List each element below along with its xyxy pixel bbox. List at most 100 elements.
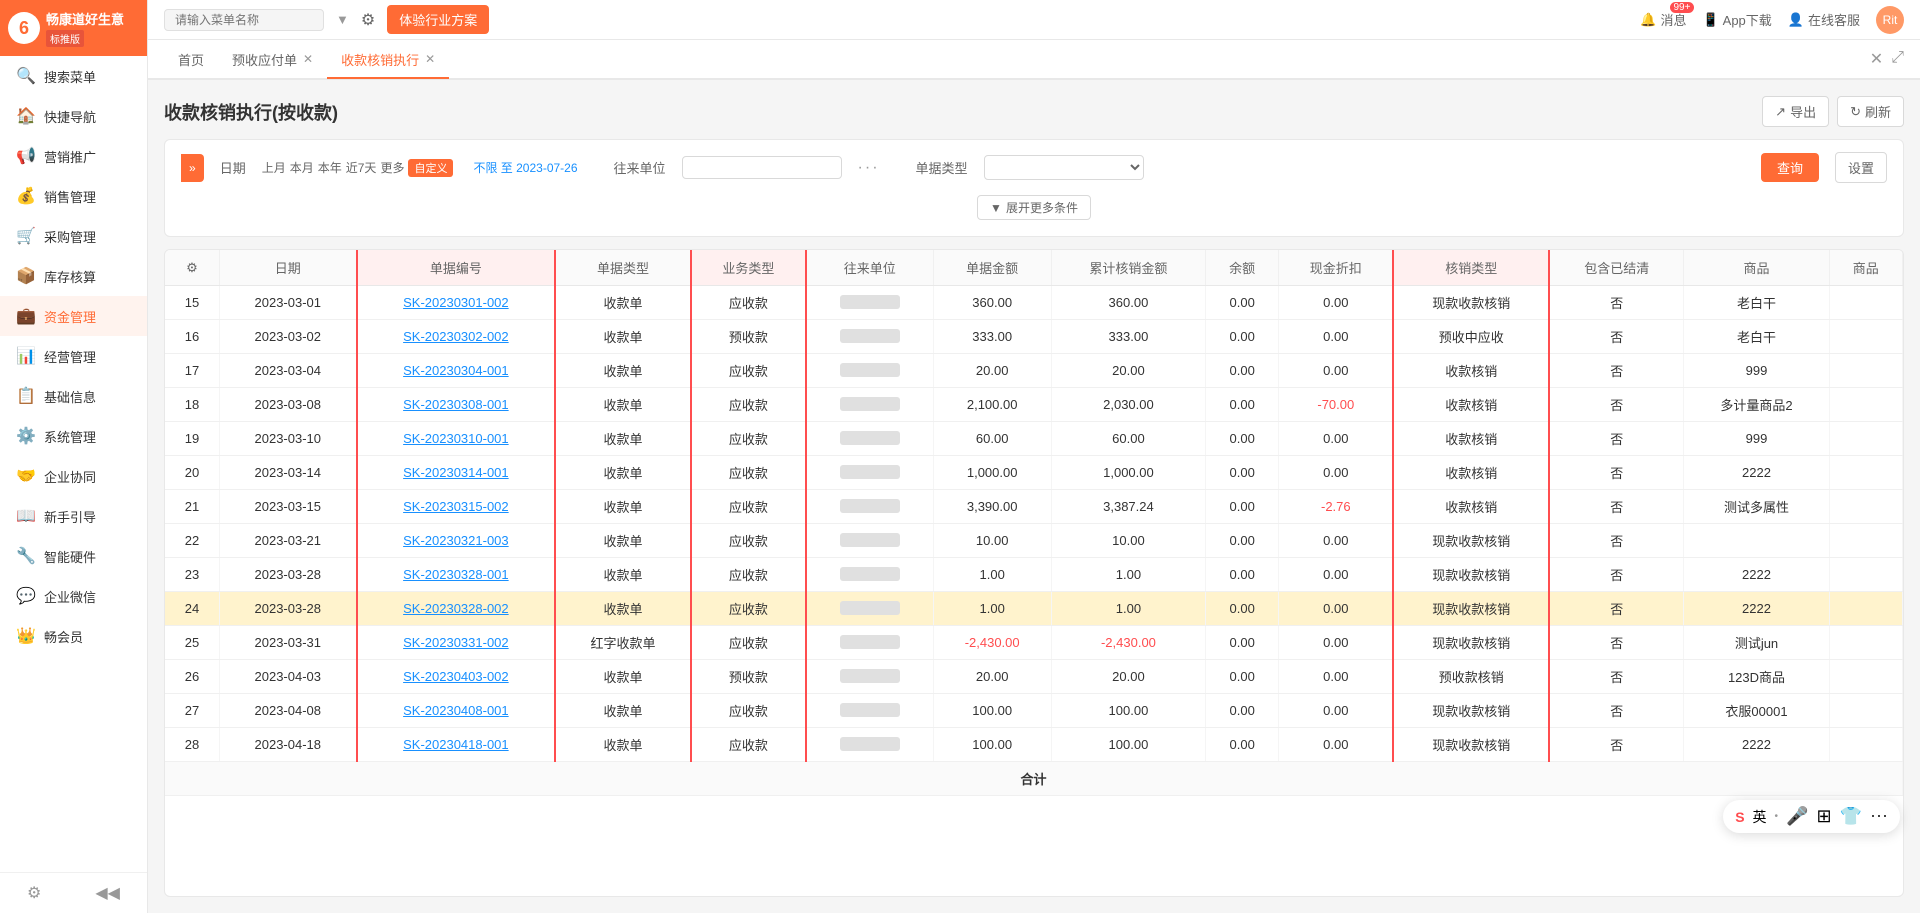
sidebar-bottom: ⚙ ◀◀ bbox=[0, 872, 147, 913]
table-row[interactable]: 22 2023-03-21 SK-20230321-003 收款单 应收款 10… bbox=[165, 524, 1903, 558]
sidebar-item-hardware[interactable]: 🔧 智能硬件 bbox=[0, 536, 147, 576]
sidebar-item-purchase[interactable]: 🛒 采购管理 bbox=[0, 216, 147, 256]
settings-button[interactable]: 设置 bbox=[1835, 152, 1887, 183]
cell-index: 17 bbox=[165, 354, 219, 388]
cell-doc-type: 收款单 bbox=[555, 592, 691, 626]
maximize-icon[interactable]: ⤢ bbox=[1891, 49, 1904, 69]
sidebar-item-operations[interactable]: 📊 经营管理 bbox=[0, 336, 147, 376]
sidebar-item-corp[interactable]: 🤝 企业协同 bbox=[0, 456, 147, 496]
refresh-button[interactable]: ↻ 刷新 bbox=[1837, 96, 1904, 127]
close-tab-icon[interactable]: ✕ bbox=[1870, 49, 1883, 69]
doc-no-link[interactable]: SK-20230418-001 bbox=[403, 737, 509, 752]
table-row[interactable]: 21 2023-03-15 SK-20230315-002 收款单 应收款 3,… bbox=[165, 490, 1903, 524]
export-button[interactable]: ↗ 导出 bbox=[1762, 96, 1829, 127]
doc-no-link[interactable]: SK-20230308-001 bbox=[403, 397, 509, 412]
table-row[interactable]: 16 2023-03-02 SK-20230302-002 收款单 预收款 33… bbox=[165, 320, 1903, 354]
expand-conditions-button[interactable]: ▼ 展开更多条件 bbox=[977, 195, 1091, 220]
tab-prepay[interactable]: 预收应付单 ✕ bbox=[218, 42, 327, 79]
table-row[interactable]: 25 2023-03-31 SK-20230331-002 红字收款单 应收款 … bbox=[165, 626, 1903, 660]
settings-bottom-icon[interactable]: ⚙ bbox=[27, 883, 41, 903]
table-row[interactable]: 23 2023-03-28 SK-20230328-001 收款单 应收款 1.… bbox=[165, 558, 1903, 592]
this-year-link[interactable]: 本年 bbox=[318, 159, 342, 176]
sidebar-item-quick-nav[interactable]: 🏠 快捷导航 bbox=[0, 96, 147, 136]
float-lang-icon[interactable]: 英 bbox=[1753, 807, 1767, 827]
online-service-button[interactable]: 👤 在线客服 bbox=[1788, 10, 1860, 29]
doc-no-link[interactable]: SK-20230403-002 bbox=[403, 669, 509, 684]
doc-no-link[interactable]: SK-20230301-002 bbox=[403, 295, 509, 310]
app-download-button[interactable]: 📱 App下载 bbox=[1702, 10, 1771, 29]
cell-include-settled: 否 bbox=[1549, 286, 1684, 320]
tab-collection[interactable]: 收款核销执行 ✕ bbox=[327, 42, 449, 79]
doc-no-link[interactable]: SK-20230302-002 bbox=[403, 329, 509, 344]
partner-cell bbox=[840, 567, 900, 581]
doc-no-link[interactable]: SK-20230331-002 bbox=[403, 635, 509, 650]
cell-include-settled: 否 bbox=[1549, 592, 1684, 626]
cell-cash-discount: -2.76 bbox=[1279, 490, 1394, 524]
float-grid-icon[interactable]: ⊞ bbox=[1816, 806, 1831, 827]
gear-icon[interactable]: ⚙ bbox=[361, 10, 375, 30]
tab-prepay-close-icon[interactable]: ✕ bbox=[303, 52, 313, 66]
collapse-icon[interactable]: ◀◀ bbox=[95, 883, 120, 903]
last-month-link[interactable]: 上月 bbox=[262, 159, 286, 176]
table-row[interactable]: 27 2023-04-08 SK-20230408-001 收款单 应收款 10… bbox=[165, 694, 1903, 728]
cell-balance: 0.00 bbox=[1206, 388, 1279, 422]
table-row[interactable]: 18 2023-03-08 SK-20230308-001 收款单 应收款 2,… bbox=[165, 388, 1903, 422]
doc-no-link[interactable]: SK-20230310-001 bbox=[403, 431, 509, 446]
doc-no-link[interactable]: SK-20230328-002 bbox=[403, 601, 509, 616]
cell-index: 21 bbox=[165, 490, 219, 524]
float-shirt-icon[interactable]: 👕 bbox=[1840, 806, 1862, 827]
sidebar-item-basic[interactable]: 📋 基础信息 bbox=[0, 376, 147, 416]
this-month-link[interactable]: 本月 bbox=[290, 159, 314, 176]
data-table-container: ⚙ 日期 单据编号 单据类型 业务类型 往来单位 单据金额 累计核销金额 余额 … bbox=[164, 249, 1904, 897]
table-row[interactable]: 28 2023-04-18 SK-20230418-001 收款单 应收款 10… bbox=[165, 728, 1903, 762]
tab-collection-close-icon[interactable]: ✕ bbox=[425, 52, 435, 66]
table-row[interactable]: 15 2023-03-01 SK-20230301-002 收款单 应收款 36… bbox=[165, 286, 1903, 320]
table-row[interactable]: 26 2023-04-03 SK-20230403-002 收款单 预收款 20… bbox=[165, 660, 1903, 694]
sidebar-item-search[interactable]: 🔍 搜索菜单 bbox=[0, 56, 147, 96]
query-button[interactable]: 查询 bbox=[1761, 153, 1819, 182]
cell-product2 bbox=[1829, 660, 1902, 694]
cell-cash-discount: -70.00 bbox=[1279, 388, 1394, 422]
filter-expand-button[interactable]: » bbox=[181, 154, 204, 182]
sidebar-item-inventory[interactable]: 📦 库存核算 bbox=[0, 256, 147, 296]
sidebar-item-finance[interactable]: 💼 资金管理 bbox=[0, 296, 147, 336]
notification-icon: 🔔 bbox=[1640, 12, 1656, 28]
table-row[interactable]: 20 2023-03-14 SK-20230314-001 收款单 应收款 1,… bbox=[165, 456, 1903, 490]
sidebar-item-member[interactable]: 👑 畅会员 bbox=[0, 616, 147, 656]
doc-no-link[interactable]: SK-20230315-002 bbox=[403, 499, 509, 514]
sidebar-item-wechat[interactable]: 💬 企业微信 bbox=[0, 576, 147, 616]
table-row[interactable]: 17 2023-03-04 SK-20230304-001 收款单 应收款 20… bbox=[165, 354, 1903, 388]
cell-cum-amount: -2,430.00 bbox=[1051, 626, 1205, 660]
table-row[interactable]: 24 2023-03-28 SK-20230328-002 收款单 应收款 1.… bbox=[165, 592, 1903, 626]
menu-search-input[interactable] bbox=[164, 9, 324, 31]
float-mic-icon[interactable]: 🎤 bbox=[1786, 806, 1808, 827]
industry-solution-button[interactable]: 体验行业方案 bbox=[387, 5, 489, 34]
doc-no-link[interactable]: SK-20230314-001 bbox=[403, 465, 509, 480]
more-link[interactable]: 更多 bbox=[380, 159, 404, 176]
cell-cum-amount: 10.00 bbox=[1051, 524, 1205, 558]
doc-no-link[interactable]: SK-20230408-001 bbox=[403, 703, 509, 718]
cell-cash-discount: 0.00 bbox=[1279, 320, 1394, 354]
sidebar-item-system[interactable]: ⚙️ 系统管理 bbox=[0, 416, 147, 456]
receipt-type-select[interactable] bbox=[984, 155, 1144, 180]
sidebar-item-sales[interactable]: 💰 销售管理 bbox=[0, 176, 147, 216]
col-header-partner: 往来单位 bbox=[806, 250, 933, 286]
table-row[interactable]: 19 2023-03-10 SK-20230310-001 收款单 应收款 60… bbox=[165, 422, 1903, 456]
sidebar-item-label: 企业微信 bbox=[44, 587, 96, 606]
sidebar-item-guide[interactable]: 📖 新手引导 bbox=[0, 496, 147, 536]
float-more-icon[interactable]: ⋯ bbox=[1870, 806, 1888, 827]
tab-home[interactable]: 首页 bbox=[164, 42, 218, 79]
doc-no-link[interactable]: SK-20230321-003 bbox=[403, 533, 509, 548]
recent7-link[interactable]: 近7天 bbox=[346, 159, 377, 176]
cell-doc-no: SK-20230310-001 bbox=[357, 422, 556, 456]
notification-button[interactable]: 🔔 消息 99+ bbox=[1640, 10, 1686, 29]
sidebar-item-marketing[interactable]: 📢 营销推广 bbox=[0, 136, 147, 176]
table-footer-row: 合计 bbox=[165, 762, 1903, 796]
custom-date-button[interactable]: 自定义 bbox=[408, 159, 453, 177]
cell-amount: 20.00 bbox=[933, 660, 1051, 694]
doc-no-link[interactable]: SK-20230304-001 bbox=[403, 363, 509, 378]
doc-no-link[interactable]: SK-20230328-001 bbox=[403, 567, 509, 582]
tab-prepay-label: 预收应付单 bbox=[232, 50, 297, 69]
user-avatar[interactable]: Rit bbox=[1876, 6, 1904, 34]
partner-input[interactable] bbox=[682, 156, 842, 179]
